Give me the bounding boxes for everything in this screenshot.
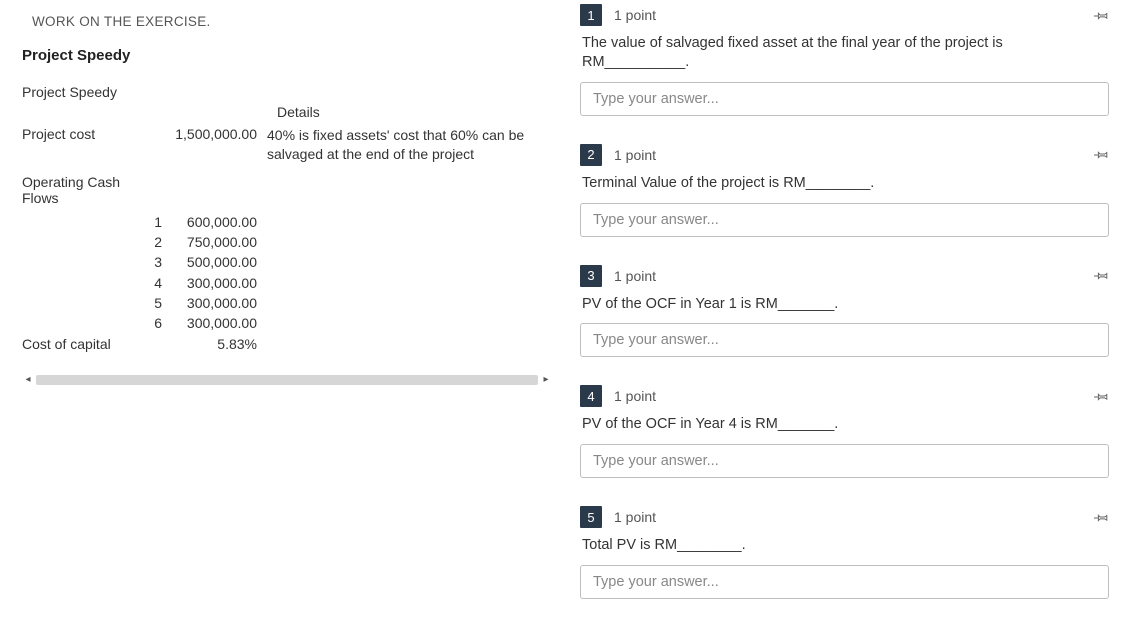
question-number: 1 — [580, 4, 602, 26]
cost-of-capital-label: Cost of capital — [22, 336, 142, 352]
pin-icon[interactable] — [1094, 510, 1109, 525]
question-number: 5 — [580, 506, 602, 528]
question-block: 3 1 point PV of the OCF in Year 1 is RM_… — [580, 265, 1109, 358]
ocf-year: 5 — [142, 293, 162, 313]
project-cost-detail: 40% is fixed assets' cost that 60% can b… — [267, 126, 552, 164]
question-number: 4 — [580, 385, 602, 407]
answer-input[interactable] — [580, 203, 1109, 237]
ocf-value: 300,000.00 — [162, 293, 267, 313]
ocf-value: 750,000.00 — [162, 232, 267, 252]
project-title: Project Speedy — [22, 47, 552, 64]
ocf-row: 3 500,000.00 — [142, 252, 552, 272]
question-points: 1 point — [614, 388, 656, 404]
question-block: 5 1 point Total PV is RM________. — [580, 506, 1109, 599]
horizontal-scrollbar[interactable]: ◂ ▸ — [22, 372, 552, 388]
question-prompt: The value of salvaged fixed asset at the… — [582, 34, 1109, 72]
question-number: 3 — [580, 265, 602, 287]
pin-icon[interactable] — [1094, 8, 1109, 23]
ocf-value: 600,000.00 — [162, 212, 267, 232]
ocf-row: 1 600,000.00 — [142, 212, 552, 232]
ocf-row: 6 300,000.00 — [142, 313, 552, 333]
exercise-panel: WORK ON THE EXERCISE. Project Speedy Pro… — [0, 0, 560, 620]
project-cost-value: 1,500,000.00 — [142, 126, 267, 142]
ocf-value: 300,000.00 — [162, 313, 267, 333]
answer-input[interactable] — [580, 323, 1109, 357]
pin-icon[interactable] — [1094, 389, 1109, 404]
question-prompt: Total PV is RM________. — [582, 536, 1109, 555]
ocf-list: 1 600,000.00 2 750,000.00 3 500,000.00 4… — [142, 212, 552, 334]
ocf-year: 3 — [142, 252, 162, 272]
question-points: 1 point — [614, 509, 656, 525]
question-points: 1 point — [614, 268, 656, 284]
ocf-value: 500,000.00 — [162, 252, 267, 272]
exercise-instruction: WORK ON THE EXERCISE. — [32, 14, 552, 29]
ocf-year: 1 — [142, 212, 162, 232]
question-prompt: PV of the OCF in Year 4 is RM_______. — [582, 415, 1109, 434]
ocf-row: 2 750,000.00 — [142, 232, 552, 252]
ocf-row: 4 300,000.00 — [142, 273, 552, 293]
question-block: 2 1 point Terminal Value of the project … — [580, 144, 1109, 237]
pin-icon[interactable] — [1094, 268, 1109, 283]
answer-input[interactable] — [580, 82, 1109, 116]
cost-of-capital-value: 5.83% — [142, 336, 267, 352]
ocf-row: 5 300,000.00 — [142, 293, 552, 313]
question-number: 2 — [580, 144, 602, 166]
project-subtitle: Project Speedy — [22, 84, 142, 100]
pin-icon[interactable] — [1094, 147, 1109, 162]
project-cost-label: Project cost — [22, 126, 142, 142]
question-block: 1 1 point The value of salvaged fixed as… — [580, 4, 1109, 116]
question-points: 1 point — [614, 147, 656, 163]
scroll-right-icon[interactable]: ▸ — [540, 374, 552, 385]
scroll-left-icon[interactable]: ◂ — [22, 374, 34, 385]
ocf-label: Operating Cash Flows — [22, 174, 142, 206]
ocf-value: 300,000.00 — [162, 273, 267, 293]
details-header: Details — [277, 104, 552, 120]
ocf-year: 4 — [142, 273, 162, 293]
question-points: 1 point — [614, 7, 656, 23]
scroll-track[interactable] — [36, 375, 538, 385]
questions-panel: 1 1 point The value of salvaged fixed as… — [560, 0, 1127, 620]
question-block: 4 1 point PV of the OCF in Year 4 is RM_… — [580, 385, 1109, 478]
ocf-year: 6 — [142, 313, 162, 333]
answer-input[interactable] — [580, 565, 1109, 599]
ocf-year: 2 — [142, 232, 162, 252]
answer-input[interactable] — [580, 444, 1109, 478]
question-prompt: PV of the OCF in Year 1 is RM_______. — [582, 295, 1109, 314]
question-prompt: Terminal Value of the project is RM_____… — [582, 174, 1109, 193]
